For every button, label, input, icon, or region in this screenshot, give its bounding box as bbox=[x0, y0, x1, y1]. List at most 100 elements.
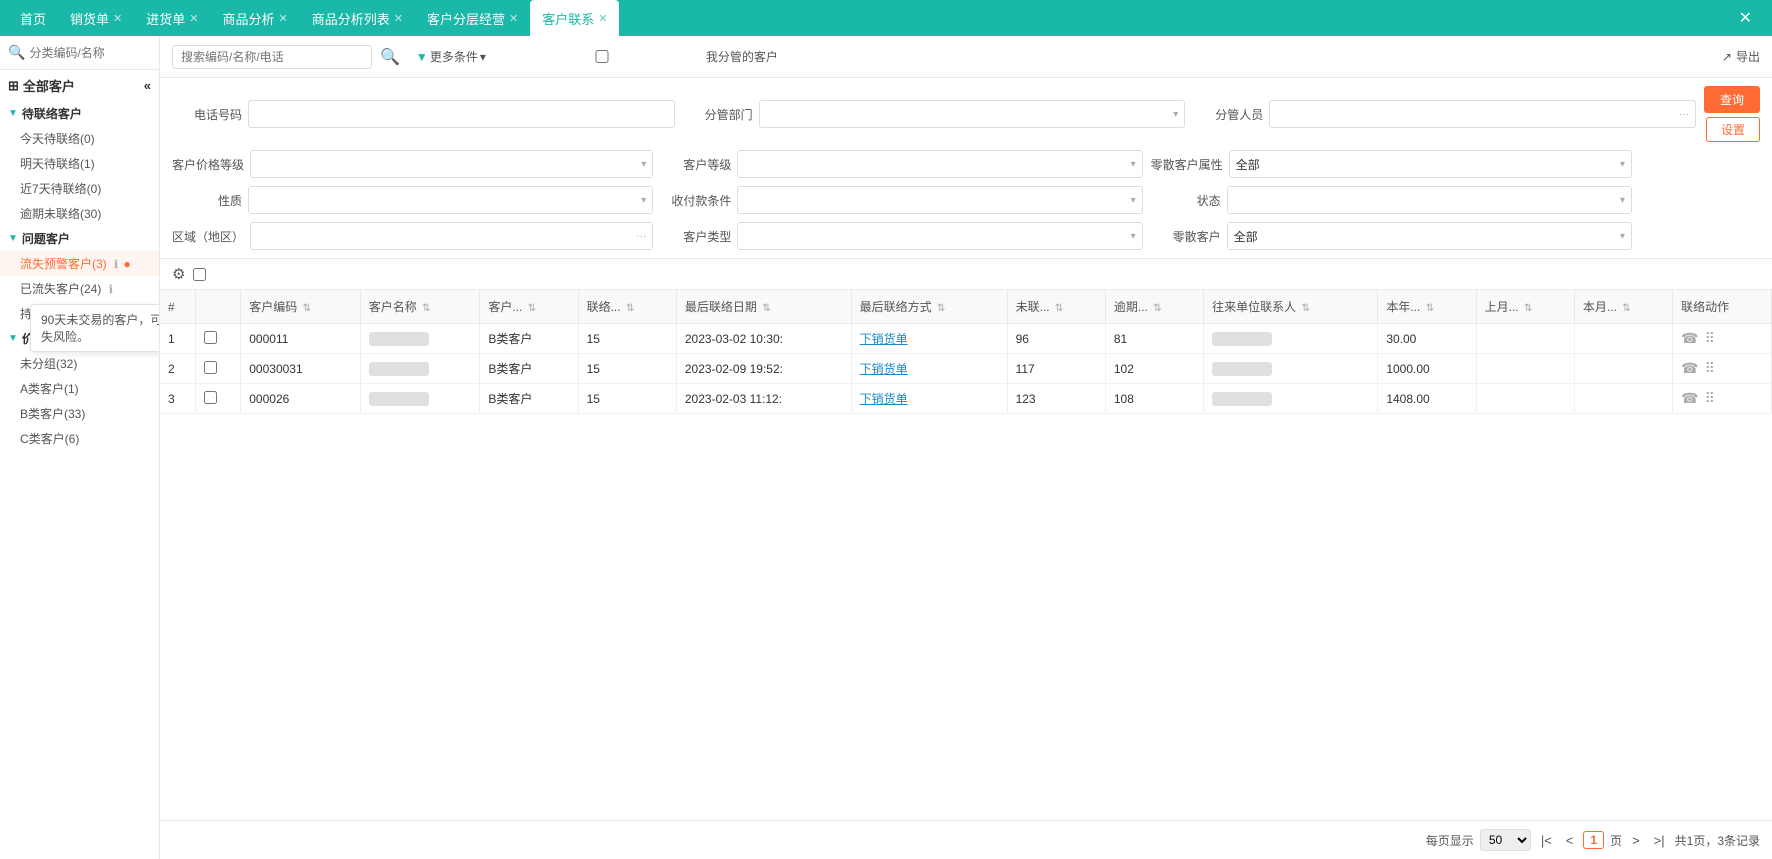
blurred-contact bbox=[1212, 362, 1272, 376]
search-input[interactable] bbox=[172, 45, 372, 69]
sidebar-item-ungrouped[interactable]: 未分组(32) bbox=[0, 351, 159, 376]
filter-customer-type-select[interactable]: ▾ bbox=[737, 222, 1142, 250]
chevron-down-icon: ▾ bbox=[1131, 231, 1136, 242]
cell-actions: ☎ ⠿ bbox=[1673, 354, 1772, 384]
filter-payment-select[interactable]: ▾ bbox=[737, 186, 1142, 214]
filter-phone-input[interactable] bbox=[248, 100, 675, 128]
cell-checkbox[interactable] bbox=[195, 354, 241, 384]
cell-last-date: 2023-03-02 10:30: bbox=[676, 324, 851, 354]
sidebar-all-customers[interactable]: ⊞ 全部客户 « bbox=[0, 70, 159, 101]
sidebar-item-churn-warning[interactable]: 流失预警客户(3) ℹ ● bbox=[0, 251, 159, 276]
action-contact-icon[interactable]: ☎ bbox=[1681, 390, 1698, 407]
cell-last-method[interactable]: 下销货单 bbox=[851, 384, 1007, 414]
row-checkbox[interactable] bbox=[204, 331, 217, 344]
nav-product-list[interactable]: 商品分析列表 ✕ bbox=[300, 0, 415, 36]
action-more-icon[interactable]: ⠿ bbox=[1705, 330, 1715, 347]
sort-icon[interactable]: ⇅ bbox=[303, 303, 311, 314]
sort-icon[interactable]: ⇅ bbox=[1622, 303, 1630, 314]
close-icon[interactable]: ✕ bbox=[394, 12, 403, 25]
cell-last-method[interactable]: 下销货单 bbox=[851, 324, 1007, 354]
next-page-button[interactable]: > bbox=[1628, 831, 1644, 850]
first-page-button[interactable]: |< bbox=[1537, 831, 1556, 850]
sidebar-item-a-class[interactable]: A类客户(1) bbox=[0, 376, 159, 401]
export-button[interactable]: ↗ 导出 bbox=[1722, 48, 1760, 65]
cell-this-year: 30.00 bbox=[1378, 324, 1476, 354]
triangle-icon: ▼ bbox=[8, 333, 18, 344]
cell-overdue: 108 bbox=[1105, 384, 1203, 414]
sidebar-item-tomorrow[interactable]: 明天待联络(1) bbox=[0, 151, 159, 176]
sort-icon[interactable]: ⇅ bbox=[528, 303, 536, 314]
per-page-select[interactable]: 50 100 bbox=[1480, 829, 1531, 851]
filter-retail-customer-select[interactable]: 全部 ▾ bbox=[1227, 222, 1632, 250]
export-icon: ↗ bbox=[1722, 50, 1732, 64]
sidebar-item-c-class[interactable]: C类客户(6) bbox=[0, 426, 159, 451]
filter-customer-level-label: 客户等级 bbox=[661, 156, 731, 173]
sort-icon[interactable]: ⇅ bbox=[422, 303, 430, 314]
query-button[interactable]: 查询 bbox=[1704, 86, 1760, 113]
sidebar-group-problem[interactable]: ▼ 问题客户 bbox=[0, 226, 159, 251]
cell-last-method[interactable]: 下销货单 bbox=[851, 354, 1007, 384]
search-button[interactable]: 🔍 bbox=[380, 47, 400, 67]
filter-region-select[interactable]: ··· bbox=[250, 222, 653, 250]
filter-nature-select[interactable]: ▾ bbox=[248, 186, 653, 214]
current-page[interactable]: 1 bbox=[1583, 831, 1604, 849]
row-checkbox[interactable] bbox=[204, 391, 217, 404]
window-close-button[interactable]: ✕ bbox=[1727, 8, 1764, 28]
sidebar-item-7days[interactable]: 近7天待联络(0) bbox=[0, 176, 159, 201]
blurred-name bbox=[369, 362, 429, 376]
close-icon[interactable]: ✕ bbox=[189, 12, 198, 25]
last-page-button[interactable]: >| bbox=[1650, 831, 1669, 850]
cell-contact: 15 bbox=[578, 324, 676, 354]
filter-price-level-select[interactable]: ▾ bbox=[250, 150, 653, 178]
prev-page-button[interactable]: < bbox=[1562, 831, 1578, 850]
sort-icon[interactable]: ⇅ bbox=[1426, 303, 1434, 314]
action-contact-icon[interactable]: ☎ bbox=[1681, 360, 1698, 377]
filter-customer-level-select[interactable]: ▾ bbox=[737, 150, 1142, 178]
cell-checkbox[interactable] bbox=[195, 324, 241, 354]
sidebar-item-b-class[interactable]: B类客户(33) bbox=[0, 401, 159, 426]
sort-icon[interactable]: ⇅ bbox=[762, 303, 770, 314]
close-icon[interactable]: ✕ bbox=[598, 12, 607, 25]
sort-icon[interactable]: ⇅ bbox=[1153, 303, 1161, 314]
filter-status-select[interactable]: ▾ bbox=[1227, 186, 1632, 214]
action-more-icon[interactable]: ⠿ bbox=[1705, 390, 1715, 407]
close-icon[interactable]: ✕ bbox=[279, 12, 288, 25]
sidebar-item-today[interactable]: 今天待联络(0) bbox=[0, 126, 159, 151]
select-all-checkbox[interactable] bbox=[193, 268, 206, 281]
sidebar-group-pending[interactable]: ▼ 待联络客户 bbox=[0, 101, 159, 126]
search-bar: 🔍 ▼ 更多条件 ▾ 我分管的客户 ↗ 导出 bbox=[160, 36, 1772, 78]
my-customers-checkbox[interactable] bbox=[502, 50, 702, 63]
sort-icon[interactable]: ⇅ bbox=[937, 303, 945, 314]
sidebar-item-overdue[interactable]: 逾期未联络(30) bbox=[0, 201, 159, 226]
nav-customer-layer[interactable]: 客户分层经营 ✕ bbox=[415, 0, 530, 36]
col-checkbox bbox=[195, 290, 241, 324]
nav-product-analysis[interactable]: 商品分析 ✕ bbox=[210, 0, 299, 36]
close-icon[interactable]: ✕ bbox=[509, 12, 518, 25]
row-checkbox[interactable] bbox=[204, 361, 217, 374]
nav-purchase[interactable]: 进货单 ✕ bbox=[134, 0, 210, 36]
filter-button[interactable]: ▼ 更多条件 ▾ bbox=[408, 44, 494, 69]
collapse-icon[interactable]: « bbox=[144, 78, 151, 93]
filter-retail-attr-select[interactable]: 全部 ▾ bbox=[1229, 150, 1632, 178]
data-table: # 客户编码 ⇅ 客户名称 ⇅ 客户... ⇅ 联络... ⇅ 最后联络日期 ⇅… bbox=[160, 290, 1772, 414]
cell-checkbox[interactable] bbox=[195, 384, 241, 414]
filter-department-select[interactable]: ▾ bbox=[759, 100, 1186, 128]
action-more-icon[interactable]: ⠿ bbox=[1705, 360, 1715, 377]
sort-icon[interactable]: ⇅ bbox=[1524, 303, 1532, 314]
settings-button[interactable]: 设置 bbox=[1706, 117, 1760, 142]
sort-icon[interactable]: ⇅ bbox=[1301, 303, 1309, 314]
sort-icon[interactable]: ⇅ bbox=[1055, 303, 1063, 314]
nav-sales[interactable]: 销货单 ✕ bbox=[58, 0, 134, 36]
filter-manager-select[interactable]: ··· bbox=[1269, 100, 1696, 128]
nav-customer-contact[interactable]: 客户联系 ✕ bbox=[530, 0, 619, 36]
my-customers-checkbox-label[interactable]: 我分管的客户 bbox=[502, 48, 778, 65]
sidebar-search-input[interactable] bbox=[29, 46, 151, 60]
sidebar-item-churned[interactable]: 已流失客户(24) ℹ bbox=[0, 276, 159, 301]
sort-icon[interactable]: ⇅ bbox=[626, 303, 634, 314]
close-icon[interactable]: ✕ bbox=[113, 12, 122, 25]
filter-phone: 电话号码 bbox=[172, 100, 675, 128]
table-settings-icon[interactable]: ⚙ bbox=[172, 265, 185, 283]
action-contact-icon[interactable]: ☎ bbox=[1681, 330, 1698, 347]
cell-name bbox=[360, 324, 480, 354]
nav-home[interactable]: 首页 bbox=[8, 0, 58, 36]
